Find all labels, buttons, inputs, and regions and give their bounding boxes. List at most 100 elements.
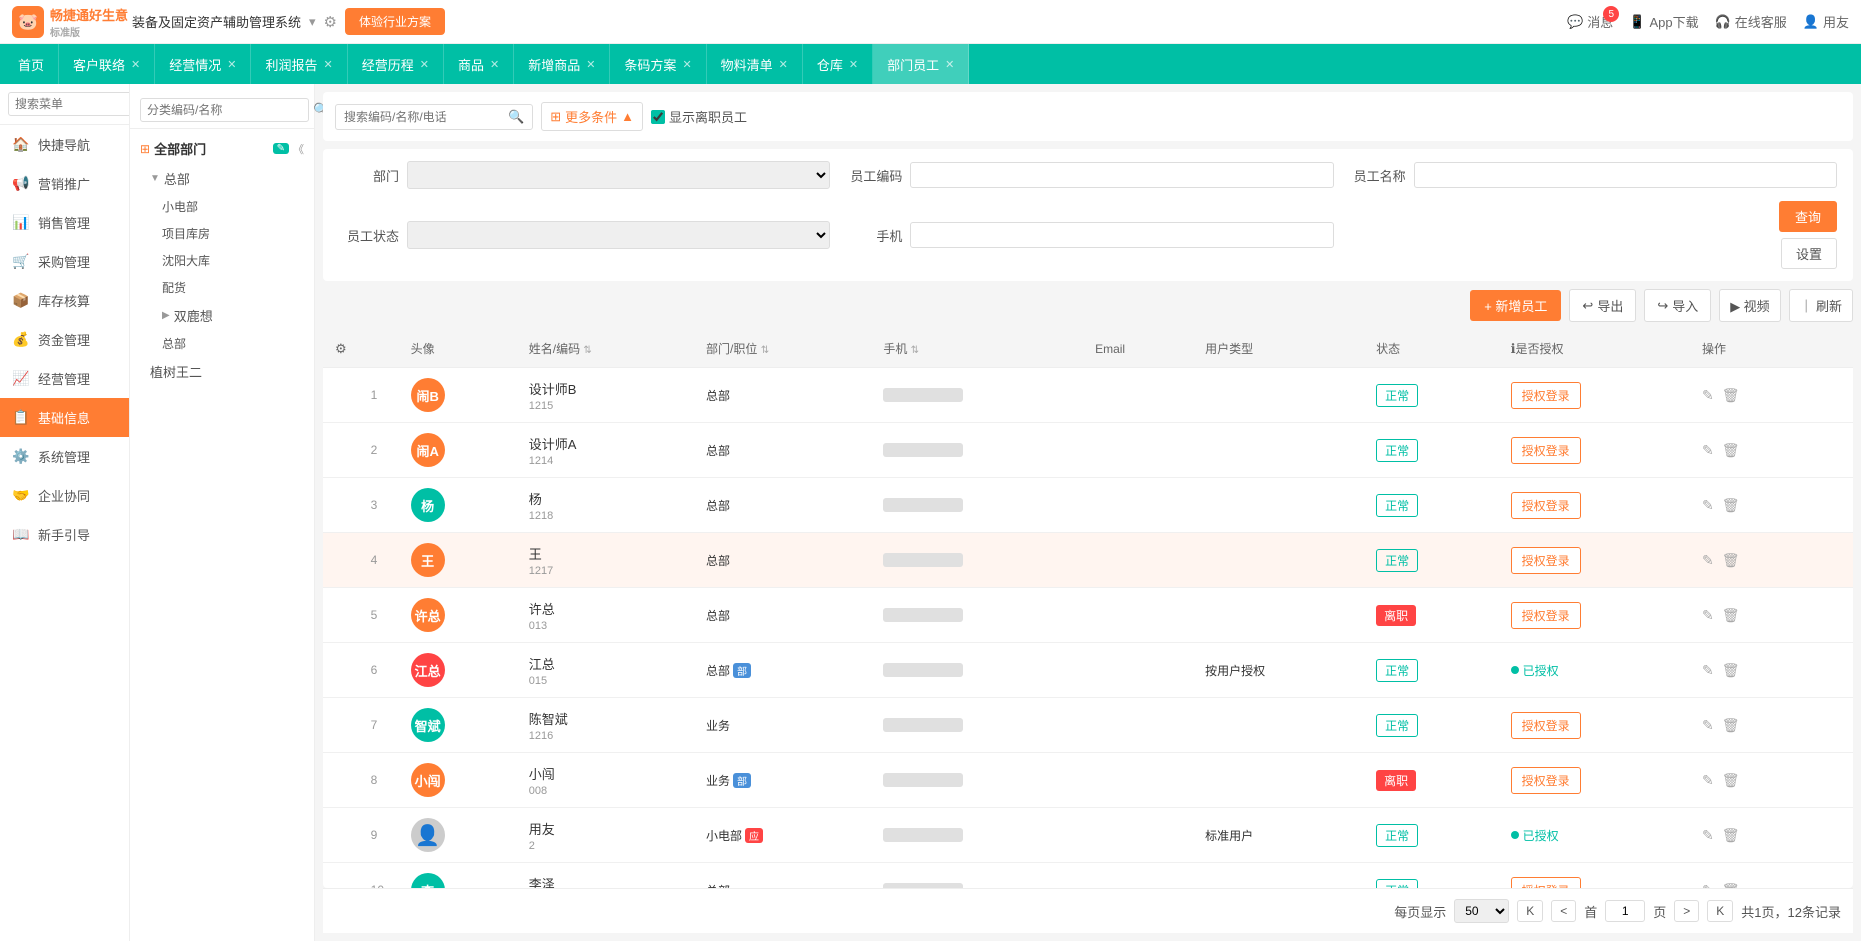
sidebar-item-guide[interactable]: 📖 新手引导 bbox=[0, 515, 129, 554]
edit-icon[interactable]: ✎ bbox=[1702, 607, 1714, 624]
filter-phone-input[interactable] bbox=[910, 222, 1333, 248]
export-btn[interactable]: ↩ 导出 bbox=[1569, 289, 1636, 322]
sort-phone-icon[interactable]: ⇅ bbox=[911, 345, 919, 356]
row-avatar[interactable]: 杨 bbox=[399, 478, 517, 533]
row-avatar[interactable]: 智斌 bbox=[399, 698, 517, 753]
tab-warehouse-close[interactable]: ✕ bbox=[849, 58, 858, 71]
sidebar-item-business[interactable]: 📈 经营管理 bbox=[0, 359, 129, 398]
row-name-code[interactable]: 陈智斌1216 bbox=[517, 698, 694, 753]
page-input[interactable] bbox=[1605, 900, 1645, 922]
row-name-code[interactable]: 李泽1220 bbox=[517, 863, 694, 889]
th-phone[interactable]: 手机 ⇅ bbox=[871, 330, 1083, 368]
row-auth[interactable]: 授权登录 bbox=[1499, 753, 1690, 808]
delete-icon[interactable]: 🗑 bbox=[1722, 607, 1740, 624]
tab-bom-close[interactable]: ✕ bbox=[779, 58, 788, 71]
tab-history-close[interactable]: ✕ bbox=[420, 58, 429, 71]
dropdown-arrow-icon[interactable]: ▾ bbox=[309, 14, 316, 30]
next-page-btn[interactable]: > bbox=[1674, 900, 1699, 922]
tab-profit[interactable]: 利润报告 ✕ bbox=[251, 44, 347, 84]
tab-warehouse[interactable]: 仓库 ✕ bbox=[803, 44, 873, 84]
last-page-btn[interactable]: K bbox=[1707, 900, 1733, 922]
row-avatar[interactable]: 王 bbox=[399, 533, 517, 588]
row-auth[interactable]: 授权登录 bbox=[1499, 478, 1690, 533]
row-auth[interactable]: 已授权 bbox=[1499, 643, 1690, 698]
auth-login-btn[interactable]: 授权登录 bbox=[1511, 492, 1581, 519]
sidebar-item-system[interactable]: ⚙️ 系统管理 bbox=[0, 437, 129, 476]
dept-sub-item-delivery[interactable]: 配货 bbox=[130, 274, 314, 301]
tab-dept-employee[interactable]: 部门员工 ✕ bbox=[873, 44, 969, 84]
tab-barcode[interactable]: 条码方案 ✕ bbox=[610, 44, 706, 84]
row-name-code[interactable]: 杨1218 bbox=[517, 478, 694, 533]
dept-sub-item-shenyang[interactable]: 沈阳大库 bbox=[130, 247, 314, 274]
first-page-btn[interactable]: K bbox=[1517, 900, 1543, 922]
tab-bom[interactable]: 物料清单 ✕ bbox=[707, 44, 803, 84]
delete-icon[interactable]: 🗑 bbox=[1722, 442, 1740, 459]
row-avatar[interactable]: 👤 bbox=[399, 808, 517, 863]
filter-name-input[interactable] bbox=[1414, 162, 1837, 188]
sidebar-search-input[interactable] bbox=[8, 92, 130, 116]
dept-item-zhishu[interactable]: 植树王二 bbox=[130, 357, 314, 386]
reset-btn[interactable]: 设置 bbox=[1781, 238, 1837, 269]
delete-icon[interactable]: 🗑 bbox=[1722, 662, 1740, 679]
sidebar-item-finance[interactable]: 💰 资金管理 bbox=[0, 320, 129, 359]
tab-goods[interactable]: 商品 ✕ bbox=[444, 44, 514, 84]
auth-login-btn[interactable]: 授权登录 bbox=[1511, 712, 1581, 739]
row-name-code[interactable]: 小闯008 bbox=[517, 753, 694, 808]
row-avatar[interactable]: 李 bbox=[399, 863, 517, 889]
filter-more-btn[interactable]: ⊞ 更多条件 ▲ bbox=[541, 102, 643, 131]
dept-sub-item-project[interactable]: 项目库房 bbox=[130, 220, 314, 247]
app-download-area[interactable]: 📱 App下载 bbox=[1629, 12, 1698, 31]
auth-login-btn[interactable]: 授权登录 bbox=[1511, 877, 1581, 889]
sort-name-icon[interactable]: ⇅ bbox=[583, 345, 591, 356]
edit-icon[interactable]: ✎ bbox=[1702, 717, 1714, 734]
show-former-checkbox[interactable] bbox=[651, 110, 665, 124]
delete-icon[interactable]: 🗑 bbox=[1722, 717, 1740, 734]
dept-item-shuanglu[interactable]: ▶ 双鹿想 bbox=[130, 301, 314, 330]
query-btn[interactable]: 查询 bbox=[1779, 201, 1837, 232]
delete-icon[interactable]: 🗑 bbox=[1722, 827, 1740, 844]
delete-icon[interactable]: 🗑 bbox=[1722, 772, 1740, 789]
row-auth[interactable]: 授权登录 bbox=[1499, 863, 1690, 889]
edit-icon[interactable]: ✎ bbox=[1702, 497, 1714, 514]
user-area[interactable]: 👤 用友 bbox=[1803, 12, 1849, 31]
delete-icon[interactable]: 🗑 bbox=[1722, 552, 1740, 569]
auth-login-btn[interactable]: 授权登录 bbox=[1511, 602, 1581, 629]
view-btn[interactable]: ▶ 视频 bbox=[1719, 289, 1780, 322]
tab-barcode-close[interactable]: ✕ bbox=[682, 58, 691, 71]
edit-icon[interactable]: ✎ bbox=[1702, 827, 1714, 844]
delete-icon[interactable]: 🗑 bbox=[1722, 497, 1740, 514]
tab-goods-close[interactable]: ✕ bbox=[490, 58, 499, 71]
trial-btn[interactable]: 体验行业方案 bbox=[345, 8, 445, 35]
tab-operation-close[interactable]: ✕ bbox=[227, 58, 236, 71]
tab-home[interactable]: 首页 bbox=[4, 44, 59, 84]
tab-add-goods[interactable]: 新增商品 ✕ bbox=[514, 44, 610, 84]
row-name-code[interactable]: 用友2 bbox=[517, 808, 694, 863]
sidebar-item-base-info[interactable]: 📋 基础信息 bbox=[0, 398, 129, 437]
row-auth[interactable]: 已授权 bbox=[1499, 808, 1690, 863]
edit-icon[interactable]: ✎ bbox=[1702, 772, 1714, 789]
auth-login-btn[interactable]: 授权登录 bbox=[1511, 767, 1581, 794]
tab-add-goods-close[interactable]: ✕ bbox=[586, 58, 595, 71]
tab-customer[interactable]: 客户联络 ✕ bbox=[59, 44, 155, 84]
th-settings[interactable]: ⚙ bbox=[323, 330, 359, 368]
row-auth[interactable]: 授权登录 bbox=[1499, 368, 1690, 423]
online-support-area[interactable]: 🎧 在线客服 bbox=[1715, 12, 1787, 31]
tab-history[interactable]: 经营历程 ✕ bbox=[348, 44, 444, 84]
all-dept-label[interactable]: 全部部门 bbox=[154, 139, 269, 158]
print-btn[interactable]: ｜ 刷新 bbox=[1789, 289, 1853, 322]
prev-page-btn[interactable]: < bbox=[1551, 900, 1576, 922]
row-name-code[interactable]: 王1217 bbox=[517, 533, 694, 588]
dept-search-input[interactable] bbox=[140, 98, 309, 122]
row-name-code[interactable]: 设计师B1215 bbox=[517, 368, 694, 423]
row-name-code[interactable]: 设计师A1214 bbox=[517, 423, 694, 478]
filter-code-input[interactable] bbox=[910, 162, 1333, 188]
auth-login-btn[interactable]: 授权登录 bbox=[1511, 382, 1581, 409]
dept-collapse-btn[interactable]: 《 bbox=[293, 141, 304, 157]
delete-icon[interactable]: 🗑 bbox=[1722, 387, 1740, 404]
message-area[interactable]: 💬 消息 5 bbox=[1567, 12, 1613, 31]
sidebar-item-marketing[interactable]: 📢 营销推广 bbox=[0, 164, 129, 203]
row-avatar[interactable]: 许总 bbox=[399, 588, 517, 643]
dept-item-headquarter[interactable]: ▼ 总部 bbox=[130, 164, 314, 193]
auth-login-btn[interactable]: 授权登录 bbox=[1511, 437, 1581, 464]
edit-icon[interactable]: ✎ bbox=[1702, 552, 1714, 569]
